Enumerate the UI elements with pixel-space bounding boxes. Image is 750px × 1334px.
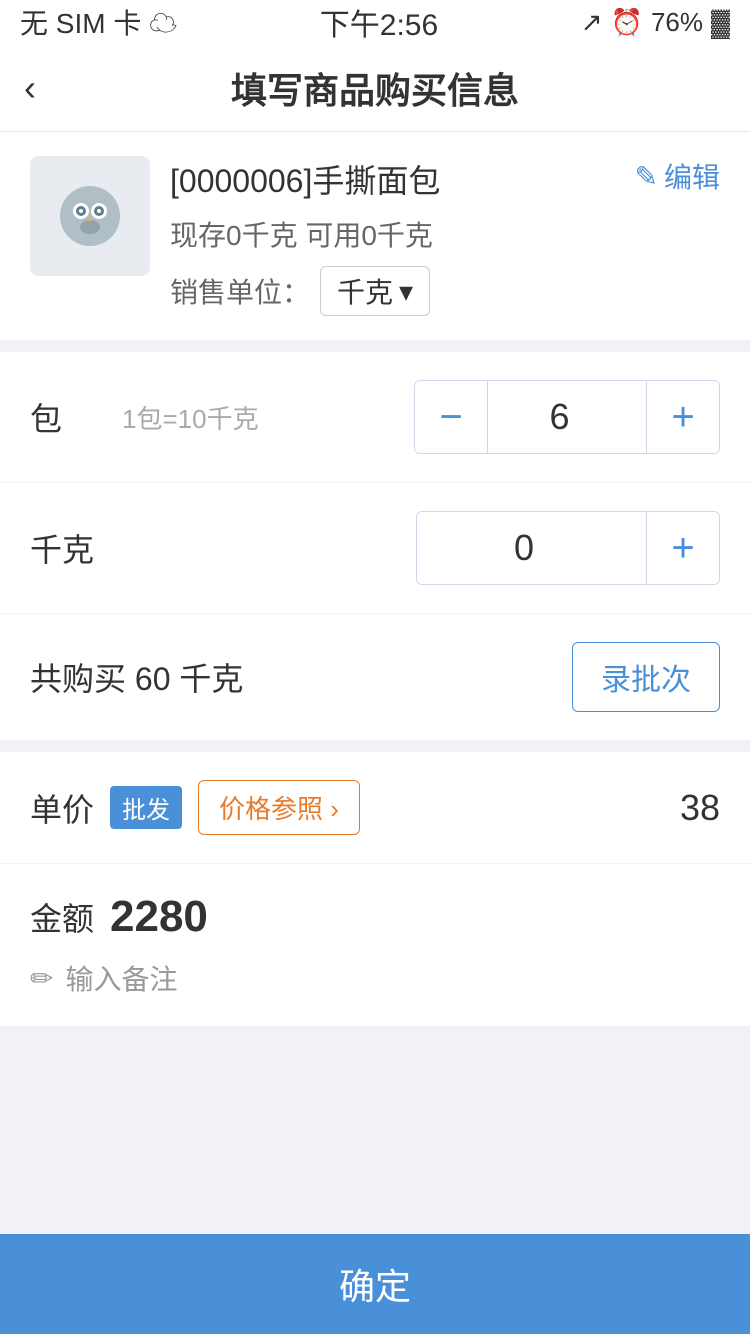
quantity-section: 包 1包=10千克 − + 千克 +	[0, 352, 750, 614]
pack-label: 包	[30, 394, 110, 440]
batch-button[interactable]: 录批次	[572, 642, 720, 712]
edit-button[interactable]: ✎ 编辑	[635, 156, 720, 196]
no-sim-text: 无 SIM 卡 ☁	[20, 2, 177, 42]
kg-quantity-row: 千克 +	[0, 483, 750, 614]
amount-label: 金额	[30, 894, 94, 940]
notes-icon: ✏	[30, 962, 53, 995]
price-badge: 批发	[110, 786, 182, 829]
pack-minus-button[interactable]: −	[415, 381, 487, 453]
edit-label: 编辑	[664, 156, 720, 196]
total-text: 共购买 60 千克	[30, 654, 243, 700]
product-image	[30, 156, 150, 276]
battery-icon: ▓	[711, 7, 730, 38]
pack-hint: 1包=10千克	[122, 399, 414, 436]
product-stock: 现存0千克 可用0千克	[170, 214, 720, 254]
price-ref-button[interactable]: 价格参照 ›	[198, 780, 360, 835]
kg-plus-button[interactable]: +	[647, 512, 719, 584]
kg-quantity-controls: +	[416, 511, 720, 585]
nav-bar: ‹ 填写商品购买信息	[0, 44, 750, 132]
notes-row[interactable]: ✏ 输入备注	[30, 958, 720, 998]
status-right: ↗ ⏰ 76% ▓	[581, 7, 730, 38]
price-label: 单价	[30, 785, 94, 831]
edit-icon: ✎	[635, 160, 658, 193]
alarm-icon: ⏰	[611, 7, 643, 38]
notes-placeholder: 输入备注	[65, 958, 177, 998]
price-section: 单价 批发 价格参照 › 38	[0, 752, 750, 864]
pack-quantity-controls: − +	[414, 380, 720, 454]
confirm-button[interactable]: 确定	[0, 1234, 750, 1334]
unit-value: 千克	[337, 271, 393, 311]
amount-value: 2280	[110, 892, 208, 942]
status-time: 下午2:56	[320, 0, 438, 44]
kg-quantity-input[interactable]	[417, 512, 647, 584]
product-card: [0000006]手撕面包 ✎ 编辑 现存0千克 可用0千克 销售单位： 千克 …	[0, 132, 750, 352]
product-name: [0000006]手撕面包	[170, 156, 440, 202]
page-title: 填写商品购买信息	[231, 62, 519, 114]
pack-quantity-row: 包 1包=10千克 − +	[0, 352, 750, 483]
status-left: 无 SIM 卡 ☁	[20, 2, 177, 42]
amount-section: 金额 2280 ✏ 输入备注	[0, 864, 750, 1038]
pack-plus-button[interactable]: +	[647, 381, 719, 453]
kg-label: 千克	[30, 525, 110, 571]
spacer	[0, 1038, 750, 1234]
product-unit: 销售单位： 千克 ▾	[170, 266, 720, 316]
unit-select[interactable]: 千克 ▾	[320, 266, 430, 316]
product-info: [0000006]手撕面包 ✎ 编辑 现存0千克 可用0千克 销售单位： 千克 …	[170, 156, 720, 316]
pack-quantity-input[interactable]	[487, 381, 647, 453]
back-button[interactable]: ‹	[24, 67, 36, 109]
total-row: 共购买 60 千克 录批次	[0, 614, 750, 752]
unit-dropdown-icon: ▾	[399, 275, 413, 308]
price-value: 38	[680, 787, 720, 829]
status-bar: 无 SIM 卡 ☁ 下午2:56 ↗ ⏰ 76% ▓	[0, 0, 750, 44]
amount-row: 金额 2280	[30, 892, 720, 942]
battery-text: 76%	[651, 7, 703, 38]
location-icon: ↗	[581, 7, 603, 38]
